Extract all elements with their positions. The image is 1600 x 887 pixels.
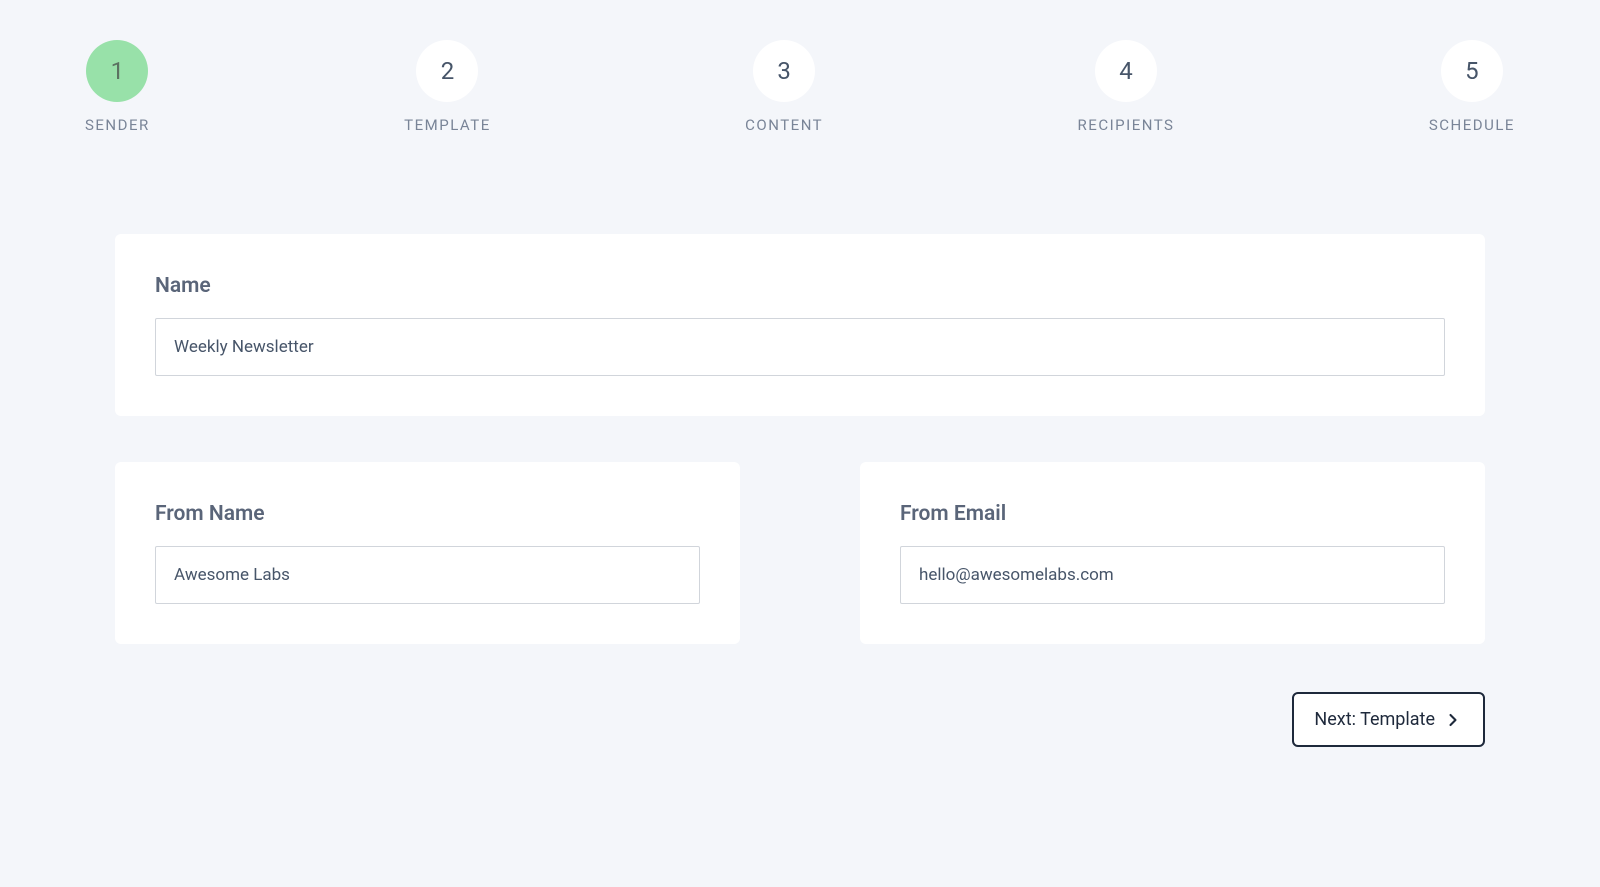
- button-row: Next: Template: [55, 692, 1545, 747]
- next-button[interactable]: Next: Template: [1292, 692, 1485, 747]
- step-label: SENDER: [85, 116, 150, 134]
- stepper: 1 SENDER 2 TEMPLATE 3 CONTENT 4 RECIPIEN…: [55, 40, 1545, 134]
- from-row: From Name From Email: [115, 462, 1485, 644]
- step-circle: 5: [1441, 40, 1503, 102]
- next-button-label: Next: Template: [1314, 709, 1435, 730]
- step-content[interactable]: 3 CONTENT: [745, 40, 823, 134]
- from-email-input[interactable]: [900, 546, 1445, 604]
- step-sender[interactable]: 1 SENDER: [85, 40, 150, 134]
- step-label: SCHEDULE: [1429, 116, 1515, 134]
- step-circle: 1: [86, 40, 148, 102]
- from-email-card: From Email: [860, 462, 1485, 644]
- step-label: RECIPIENTS: [1078, 116, 1175, 134]
- name-input[interactable]: [155, 318, 1445, 376]
- name-card: Name: [115, 234, 1485, 416]
- step-label: TEMPLATE: [404, 116, 491, 134]
- step-circle: 4: [1095, 40, 1157, 102]
- chevron-right-icon: [1443, 710, 1463, 730]
- from-name-card: From Name: [115, 462, 740, 644]
- step-template[interactable]: 2 TEMPLATE: [404, 40, 491, 134]
- form-content: Name From Name From Email: [55, 234, 1545, 644]
- from-name-label: From Name: [155, 502, 700, 526]
- step-schedule[interactable]: 5 SCHEDULE: [1429, 40, 1515, 134]
- step-label: CONTENT: [745, 116, 823, 134]
- step-circle: 3: [753, 40, 815, 102]
- step-recipients[interactable]: 4 RECIPIENTS: [1078, 40, 1175, 134]
- from-email-label: From Email: [900, 502, 1445, 526]
- from-name-input[interactable]: [155, 546, 700, 604]
- step-circle: 2: [416, 40, 478, 102]
- name-label: Name: [155, 274, 1445, 298]
